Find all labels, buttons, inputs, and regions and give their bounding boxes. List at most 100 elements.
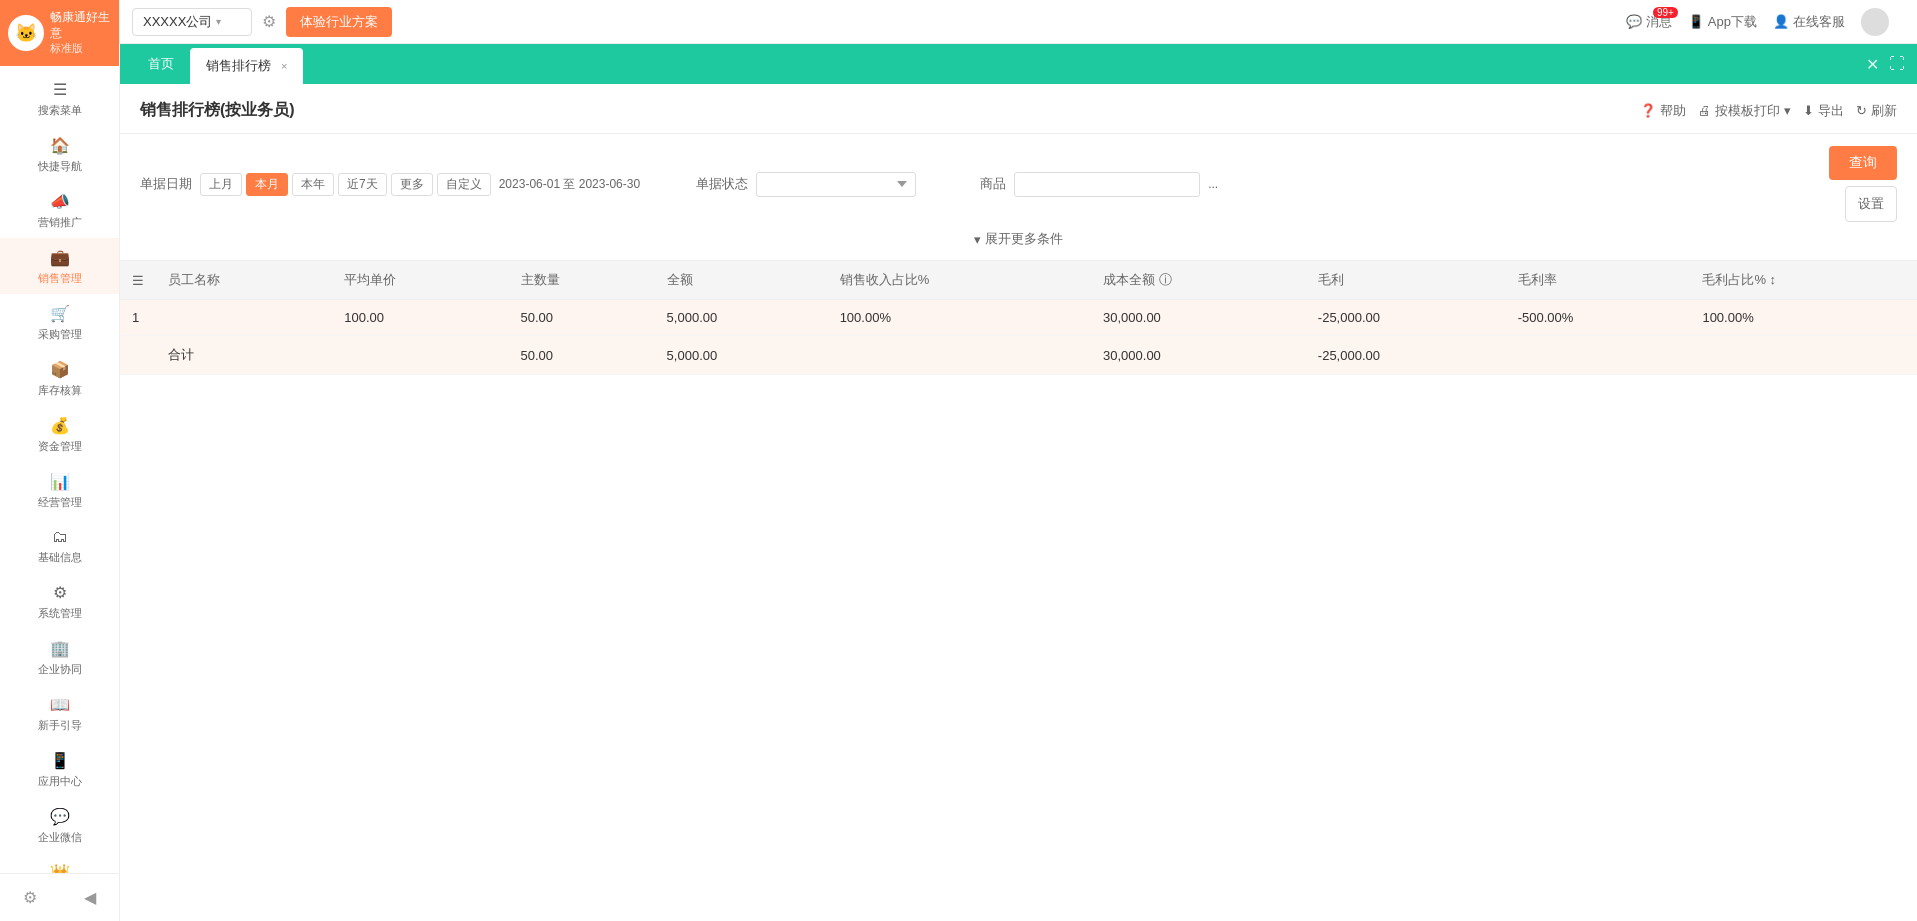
help-btn[interactable]: ❓ 帮助 [1640,102,1686,120]
filter-goods: 商品 ... [980,172,1218,197]
sidebar-label-shortcut: 快捷导航 [38,159,82,174]
sidebar-item-basics[interactable]: 🗂基础信息 [0,518,119,573]
sidebar-item-guide[interactable]: 📖新手引导 [0,685,119,741]
trial-button[interactable]: 体验行业方案 [286,7,392,37]
col-header-name: 员工名称 [156,261,332,300]
sidebar-label-wechat: 企业微信 [38,830,82,845]
settings-button[interactable]: 设置 [1845,186,1897,222]
sidebar-item-system[interactable]: ⚙系统管理 [0,573,119,629]
tab-maximize-icon[interactable]: ⛶ [1889,55,1905,74]
sidebar-item-finance[interactable]: 💰资金管理 [0,406,119,462]
refresh-icon: ↻ [1856,103,1867,118]
sidebar-item-sales[interactable]: 💼 销售管理 [0,238,119,294]
col-header-gross_pct[interactable]: 毛利占比% ↕ [1690,261,1917,300]
query-area: 查询 设置 [1829,146,1897,222]
basics-icon: 🗂 [52,528,68,546]
sidebar-settings-icon[interactable]: ⚙ [19,884,41,911]
date-btn-近7天[interactable]: 近7天 [338,173,387,196]
date-btn-更多[interactable]: 更多 [391,173,433,196]
sidebar-item-marketing[interactable]: 📣营销推广 [0,182,119,238]
app-download-btn[interactable]: 📱 App下载 [1688,13,1757,31]
print-btn[interactable]: 🖨 按模板打印 ▾ [1698,102,1791,120]
app-download-icon: 📱 [1688,14,1704,29]
cell-gross_pct: 100.00% [1690,300,1917,336]
sidebar-item-inventory[interactable]: 📦 库存核算 [0,350,119,406]
sidebar-item-shortcut[interactable]: 🏠 快捷导航 [0,126,119,182]
cell-gross: -25,000.00 [1306,300,1506,336]
logo-text: 畅康通好生意 [50,10,111,41]
cell-rank: 1 [120,300,156,336]
footer-settings [120,336,156,375]
filter-row-1: 单据日期 上月本月本年近7天更多自定义 2023-06-01 至 2023-06… [140,146,1897,222]
sales-icon: 💼 [50,248,70,267]
filter-bar: 单据日期 上月本月本年近7天更多自定义 2023-06-01 至 2023-06… [120,134,1917,261]
footer-avg [332,336,508,375]
footer-row: 合计50.005,000.0030,000.00-25,000.00 [120,336,1917,375]
page-header: 销售排行榜(按业务员) ❓ 帮助 🖨 按模板打印 ▾ ⬇ 导出 ↻ 刷新 [120,84,1917,134]
online-service-icon: 👤 [1773,14,1789,29]
footer-gross: -25,000.00 [1306,336,1506,375]
date-btn-上月[interactable]: 上月 [200,173,242,196]
content: 销售排行榜(按业务员) ❓ 帮助 🖨 按模板打印 ▾ ⬇ 导出 ↻ 刷新 [120,84,1917,921]
col-header-gross_rate: 毛利率 [1506,261,1691,300]
chevron-down-icon: ▾ [1784,103,1791,118]
cell-sales_pct: 100.00% [828,300,1091,336]
online-service-btn[interactable]: 👤 在线客服 [1773,13,1845,31]
expand-btn[interactable]: ▾ 展开更多条件 [140,230,1897,248]
cell-amount: 5,000.00 [655,300,828,336]
inventory-icon: 📦 [50,360,70,379]
sidebar-item-purchase[interactable]: 🛒采购管理 [0,294,119,350]
sidebar-label-system: 系统管理 [38,606,82,621]
sidebar-item-member[interactable]: 👑畅会员 [0,853,119,873]
sidebar-item-apps[interactable]: 📱应用中心 [0,741,119,797]
page-title: 销售排行榜(按业务员) [140,100,295,121]
sidebar-collapse-icon[interactable]: ◀ [80,884,100,911]
avatar [1861,8,1889,36]
filter-status: 单据状态 [696,172,924,197]
sidebar-item-search[interactable]: ☰搜索菜单 [0,70,119,126]
date-btn-自定义[interactable]: 自定义 [437,173,491,196]
filter-date: 单据日期 上月本月本年近7天更多自定义 2023-06-01 至 2023-06… [140,173,640,196]
sidebar-label-enterprise: 企业协同 [38,662,82,677]
sidebar-item-enterprise[interactable]: 🏢 企业协同 [0,629,119,685]
guide-icon: 📖 [50,695,70,714]
marketing-icon: 📣 [50,192,70,211]
more-btn[interactable]: ... [1208,177,1218,191]
cell-qty: 50.00 [509,300,655,336]
footer-label: 合计 [156,336,332,375]
sidebar-label-search: 搜索菜单 [38,103,82,118]
sidebar-label-inventory: 库存核算 [38,383,82,398]
table-header: ☰员工名称平均单价主数量全额销售收入占比%成本全额 ⓘ毛利毛利率毛利占比% ↕ [120,261,1917,300]
refresh-btn[interactable]: ↻ 刷新 [1856,102,1897,120]
date-btn-本年[interactable]: 本年 [292,173,334,196]
purchase-icon: 🛒 [50,304,70,323]
wechat-icon: 💬 [50,807,70,826]
enterprise-icon: 🏢 [50,639,70,658]
sidebar-label-finance: 资金管理 [38,439,82,454]
expand-icon: ▾ [974,232,981,247]
query-button[interactable]: 查询 [1829,146,1897,180]
export-btn[interactable]: ⬇ 导出 [1803,102,1844,120]
sidebar-item-operations[interactable]: 📊经营管理 [0,462,119,518]
company-selector[interactable]: XXXXX公司 ▾ [132,8,252,36]
status-select[interactable] [756,172,916,197]
goods-input[interactable] [1014,172,1200,197]
sidebar-label-sales: 销售管理 [38,271,82,286]
tab-home[interactable]: 首页 [132,44,190,84]
tab-close-window-icon[interactable]: ✕ [1866,55,1879,74]
message-icon: 💬 [1626,14,1642,29]
sidebar-label-operations: 经营管理 [38,495,82,510]
message-btn[interactable]: 💬 消息 99+ [1626,13,1672,31]
tab-sales-ranking[interactable]: 销售排行榜 × [190,48,303,84]
topbar-settings-icon[interactable]: ⚙ [262,12,276,31]
tab-close-icon[interactable]: × [281,60,287,72]
col-header-avg_price: 平均单价 [332,261,508,300]
col-header-gross: 毛利 [1306,261,1506,300]
help-icon: ❓ [1640,103,1656,118]
print-icon: 🖨 [1698,103,1711,118]
date-btn-本月[interactable]: 本月 [246,173,288,196]
cell-avg_price: 100.00 [332,300,508,336]
shortcut-icon: 🏠 [50,136,70,155]
status-filter-label: 单据状态 [696,175,748,193]
sidebar-item-wechat[interactable]: 💬 企业微信 [0,797,119,853]
